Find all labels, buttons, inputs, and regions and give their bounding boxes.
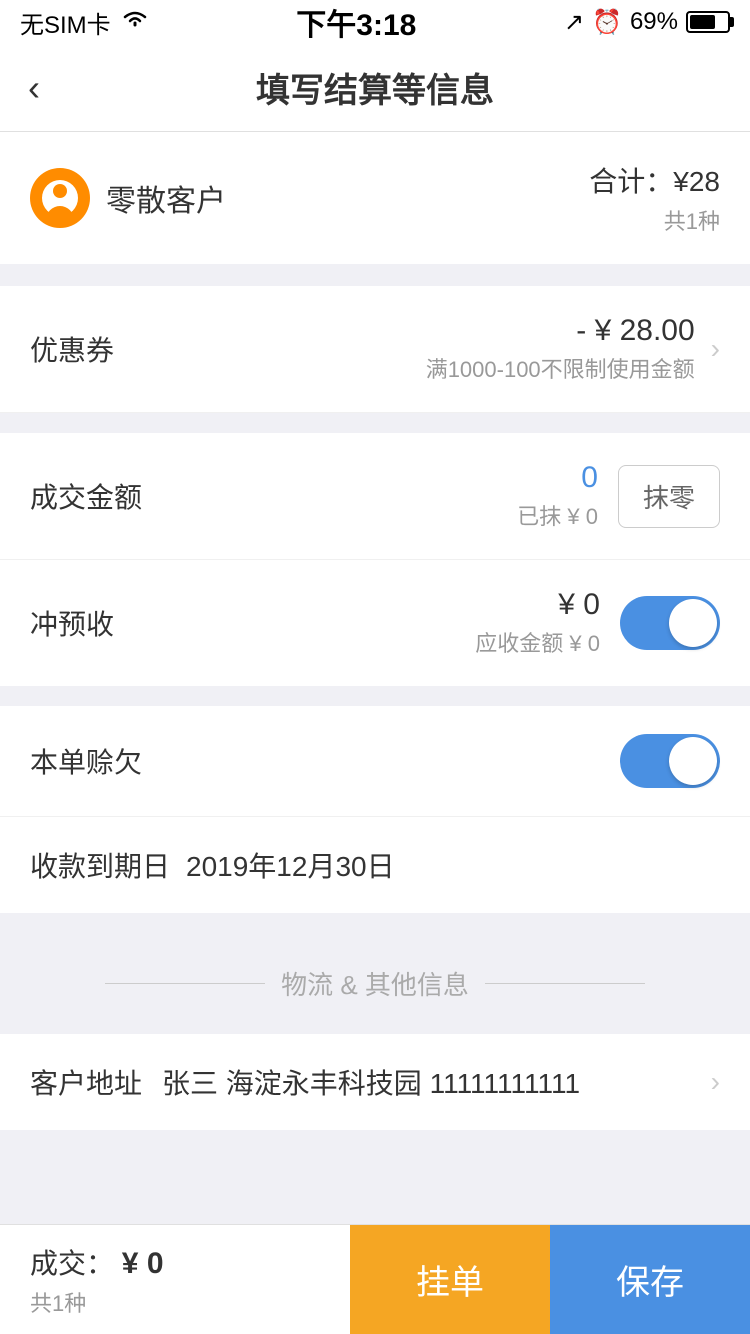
total-amount: 合计：¥28 bbox=[589, 160, 720, 200]
transaction-section: 成交金额 0 已抹 ¥ 0 抹零 冲预收 ¥ 0 应收金额 ¥ 0 bbox=[0, 433, 750, 686]
back-button[interactable]: ‹ bbox=[28, 67, 40, 109]
logistics-title: 物流 & 其他信息 bbox=[281, 965, 469, 1002]
battery-percent: 69% bbox=[630, 8, 678, 36]
transaction-row: 成交金额 0 已抹 ¥ 0 抹零 bbox=[0, 433, 750, 560]
prepay-label: 冲预收 bbox=[30, 603, 114, 643]
customer-total: 合计：¥28 共1种 bbox=[589, 160, 720, 236]
nav-bar: ‹ 填写结算等信息 bbox=[0, 44, 750, 132]
prepay-amount-col: ¥ 0 应收金额 ¥ 0 bbox=[475, 588, 600, 658]
coupon-value: - ¥ 28.00 满1000-100不限制使用金额 bbox=[426, 314, 695, 384]
due-date-row: 收款到期日 2019年12月30日 bbox=[0, 817, 750, 913]
divider-1 bbox=[0, 266, 750, 286]
deal-label: 成交： bbox=[30, 1248, 114, 1279]
logistics-line-left bbox=[105, 983, 265, 984]
hold-button[interactable]: 挂单 bbox=[350, 1225, 550, 1334]
logistics-section: 物流 & 其他信息 bbox=[0, 935, 750, 1032]
avatar-icon bbox=[42, 180, 78, 216]
discount-amount: - ¥ 28.00 bbox=[426, 314, 695, 348]
address-row[interactable]: 客户地址 张三 海淀永丰科技园 11111111111 › bbox=[0, 1034, 750, 1130]
logistics-header: 物流 & 其他信息 bbox=[0, 955, 750, 1012]
coupon-row[interactable]: 优惠券 - ¥ 28.00 满1000-100不限制使用金额 › bbox=[0, 286, 750, 413]
debt-section: 本单赊欠 收款到期日 2019年12月30日 bbox=[0, 706, 750, 913]
transaction-amount-col: 0 已抹 ¥ 0 bbox=[517, 461, 598, 531]
customer-name: 零散客户 bbox=[106, 176, 226, 220]
prepay-amount: ¥ 0 bbox=[475, 588, 600, 622]
transaction-right: 0 已抹 ¥ 0 抹零 bbox=[517, 461, 720, 531]
due-date-value: 2019年12月30日 bbox=[186, 845, 395, 885]
debt-row: 本单赊欠 bbox=[0, 706, 750, 817]
divider-2 bbox=[0, 413, 750, 433]
debt-label: 本单赊欠 bbox=[30, 741, 142, 781]
save-button[interactable]: 保存 bbox=[550, 1225, 750, 1334]
prepay-row: 冲预收 ¥ 0 应收金额 ¥ 0 bbox=[0, 560, 750, 686]
toggle-knob bbox=[669, 599, 717, 647]
transaction-value: 0 bbox=[517, 461, 598, 495]
status-bar: 无SIM卡 下午3:18 ↗ ⏰ 69% bbox=[0, 0, 750, 44]
prepay-right: ¥ 0 应收金额 ¥ 0 bbox=[475, 588, 720, 658]
page-title: 填写结算等信息 bbox=[256, 63, 494, 112]
discount-desc: 满1000-100不限制使用金额 bbox=[426, 352, 695, 384]
due-date-label: 收款到期日 bbox=[30, 845, 170, 885]
status-right: ↗ ⏰ 69% bbox=[564, 8, 730, 37]
customer-section: 零散客户 合计：¥28 共1种 bbox=[0, 132, 750, 264]
total-count: 共1种 bbox=[589, 204, 720, 236]
wifi-icon bbox=[121, 8, 149, 36]
debt-toggle-knob bbox=[669, 737, 717, 785]
round-zero-button[interactable]: 抹零 bbox=[618, 465, 720, 528]
battery-icon bbox=[686, 11, 730, 33]
transaction-label: 成交金额 bbox=[30, 476, 142, 516]
location-icon: ↗ bbox=[564, 8, 584, 37]
bottom-info: 成交： ¥ 0 共1种 bbox=[0, 1242, 350, 1318]
content: 零散客户 合计：¥28 共1种 优惠券 - ¥ 28.00 满1000-100不… bbox=[0, 132, 750, 1250]
deal-amount: ¥ 0 bbox=[122, 1247, 164, 1280]
sim-status: 无SIM卡 bbox=[20, 5, 111, 40]
prepay-toggle[interactable] bbox=[620, 596, 720, 650]
debt-toggle[interactable] bbox=[620, 734, 720, 788]
status-time: 下午3:18 bbox=[296, 0, 416, 44]
divider-4 bbox=[0, 913, 750, 933]
address-section: 客户地址 张三 海淀永丰科技园 11111111111 › bbox=[0, 1034, 750, 1130]
address-chevron-icon: › bbox=[711, 1066, 720, 1098]
coupon-label: 优惠券 bbox=[30, 329, 114, 369]
address-value: 张三 海淀永丰科技园 11111111111 bbox=[162, 1062, 711, 1102]
bottom-deal: 成交： ¥ 0 bbox=[30, 1242, 320, 1282]
bottom-bar: 成交： ¥ 0 共1种 挂单 保存 bbox=[0, 1224, 750, 1334]
prepay-sub: 应收金额 ¥ 0 bbox=[475, 626, 600, 658]
logistics-line-right bbox=[485, 983, 645, 984]
status-left: 无SIM卡 bbox=[20, 5, 149, 40]
customer-left: 零散客户 bbox=[30, 168, 226, 228]
avatar bbox=[30, 168, 90, 228]
bottom-count: 共1种 bbox=[30, 1286, 320, 1318]
alarm-icon: ⏰ bbox=[592, 8, 622, 37]
chevron-right-icon: › bbox=[711, 333, 720, 365]
transaction-sub: 已抹 ¥ 0 bbox=[517, 499, 598, 531]
divider-3 bbox=[0, 686, 750, 706]
coupon-right: - ¥ 28.00 满1000-100不限制使用金额 › bbox=[426, 314, 720, 384]
address-label: 客户地址 bbox=[30, 1062, 142, 1102]
